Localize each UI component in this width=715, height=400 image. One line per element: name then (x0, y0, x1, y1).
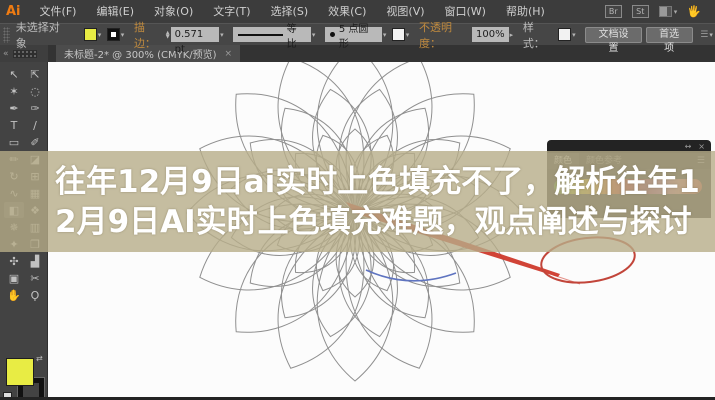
controlbar-grip[interactable] (3, 26, 10, 43)
blob-brush-tool[interactable]: ✣ (4, 253, 24, 269)
headline-line2: 2月9日AI实时上色填充难题，观点阐述与探讨 (55, 203, 692, 240)
gpu-performance-icon[interactable]: 🖐 (687, 5, 701, 18)
headline-banner: 往年12月9日ai实时上色填充不了，解析往年1 2月9日AI实时上色填充难题，观… (0, 151, 715, 252)
brush-caret-icon[interactable]: ▾ (383, 31, 387, 39)
panel-options-icon[interactable]: ☰ (700, 30, 708, 40)
fill-color-indicator[interactable] (6, 358, 34, 386)
collapse-dock-icon[interactable]: « (3, 49, 9, 59)
fill-caret-icon[interactable]: ▾ (98, 31, 102, 39)
menubar-right-icons: Br St ▾ 🖐 (604, 5, 715, 18)
lasso-tool[interactable]: ◌ (25, 83, 45, 99)
document-setup-button[interactable]: 文档设置 (585, 26, 642, 54)
opacity-arrow-icon[interactable]: ▸ (510, 31, 514, 39)
type-tool[interactable]: T (4, 117, 24, 133)
panel-collapse-icon[interactable]: ↔ (685, 142, 692, 151)
pen-tool[interactable]: ✒ (4, 100, 24, 116)
stock-icon[interactable]: St (631, 5, 649, 18)
close-tab-icon[interactable]: × (225, 49, 233, 59)
slice-tool[interactable]: ✂ (25, 270, 45, 286)
stroke-profile-caret-icon[interactable]: ▾ (312, 31, 316, 39)
variable-width-caret-icon[interactable]: ▾ (406, 31, 410, 39)
style-caret-icon[interactable]: ▾ (572, 31, 576, 39)
stroke-weight-stepper[interactable]: ▲ ▼ (166, 30, 170, 39)
brush-preview-dot (330, 32, 335, 37)
headline-line1: 往年12月9日ai实时上色填充不了，解析往年1 (55, 163, 700, 200)
control-bar: 未选择对象 ▾ ▾ 描边： ▲ ▼ 0.571 pt ▾ 等比 ▾ 5 点圆形 ▾… (0, 21, 715, 55)
variable-width-swatch[interactable] (392, 28, 405, 41)
paintbrush-tool[interactable]: ✐ (25, 134, 45, 150)
stroke-weight-label[interactable]: 描边： (134, 19, 166, 51)
hand-tool[interactable]: ✋ (4, 287, 24, 303)
workspace-switcher-icon[interactable]: ▾ (658, 6, 677, 17)
swap-fill-stroke-icon[interactable]: ⇄ (36, 354, 43, 363)
bridge-icon[interactable]: Br (604, 5, 622, 18)
stroke-profile-combo[interactable]: 等比 (233, 24, 311, 50)
graph-tool[interactable]: ▟ (25, 253, 45, 269)
blue-arc-annotation (365, 269, 457, 282)
panel-close-icon[interactable]: × (698, 142, 705, 151)
stroke-weight-value[interactable]: 0.571 pt (170, 27, 220, 55)
illustrator-window: Ai 文件(F) 编辑(E) 对象(O) 文字(T) 选择(S) 效果(C) 视图(V) 窗口… (0, 0, 715, 400)
style-swatch[interactable] (558, 28, 572, 41)
dock-grip-dots[interactable] (12, 49, 37, 58)
brush-definition-combo[interactable]: 5 点圆形 (325, 24, 382, 50)
selection-tool[interactable]: ↖ (4, 66, 24, 82)
stroke-caret-icon[interactable]: ▾ (121, 31, 125, 39)
line-segment-tool[interactable]: ∕ (25, 117, 45, 133)
direct-selection-tool[interactable]: ⇱ (25, 66, 45, 82)
stroke-profile-preview (238, 33, 283, 36)
preferences-button[interactable]: 首选项 (645, 26, 693, 54)
opacity-label[interactable]: 不透明度： (419, 19, 472, 51)
style-label: 样式： (522, 20, 545, 50)
opacity-value[interactable]: 100% (472, 27, 509, 42)
stroke-weight-caret-icon[interactable]: ▾ (220, 31, 224, 39)
magic-wand-tool[interactable]: ✶ (4, 83, 24, 99)
stroke-color-swatch[interactable] (107, 28, 120, 41)
rectangle-tool[interactable]: ▭ (4, 134, 24, 150)
artboard-tool[interactable]: ▣ (4, 270, 24, 286)
menu-item-3[interactable]: 文字(T) (203, 0, 260, 23)
curvature-tool[interactable]: ✑ (25, 100, 45, 116)
app-logo-icon: Ai (6, 4, 21, 19)
no-selection-label: 未选择对象 (15, 20, 60, 50)
panel-options-caret-icon[interactable]: ▾ (709, 31, 713, 39)
zoom-tool[interactable]: Ϙ (25, 287, 45, 303)
fill-color-swatch[interactable] (84, 28, 97, 41)
